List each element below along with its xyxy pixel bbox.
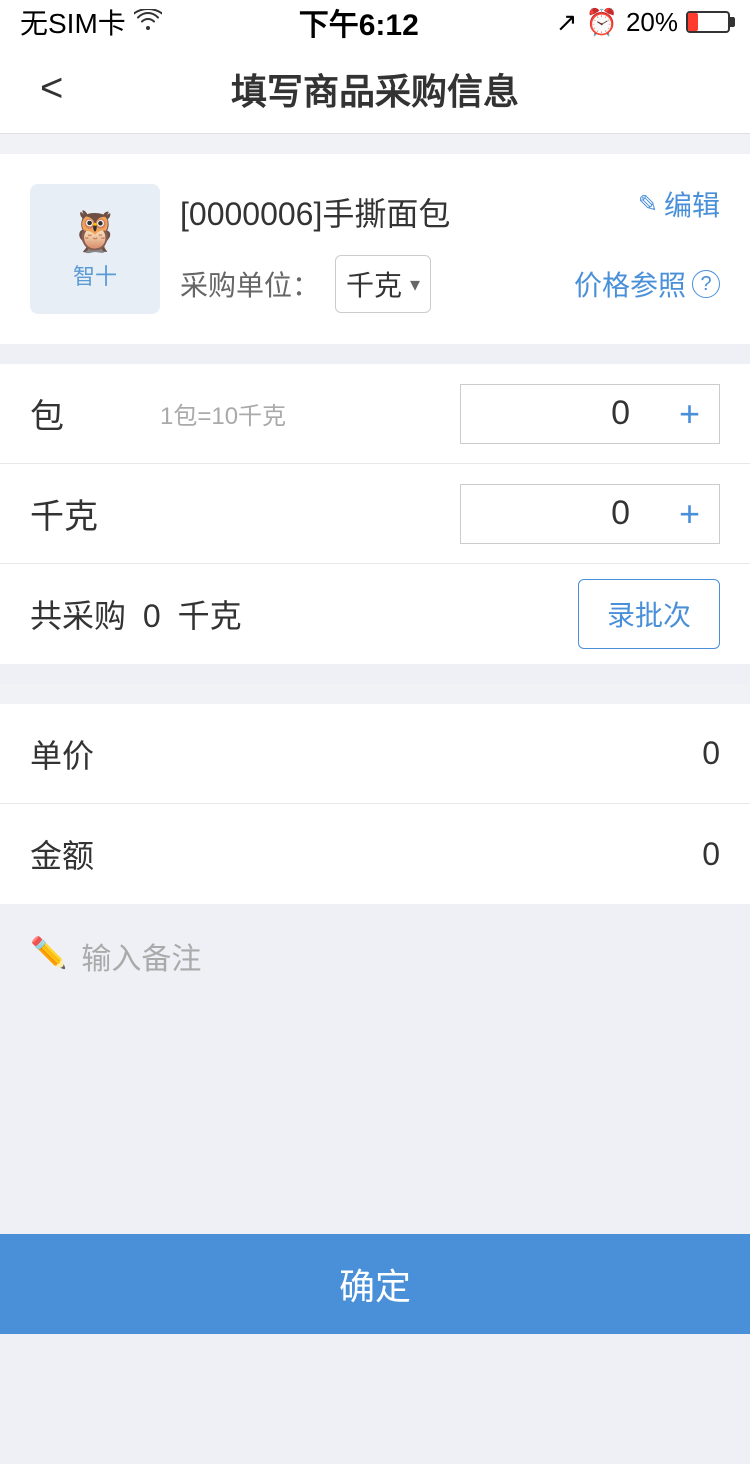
product-logo-icon: 🦉 bbox=[70, 208, 120, 255]
back-button[interactable]: < bbox=[30, 56, 73, 121]
unit-price-row: 单价 0 bbox=[0, 704, 750, 804]
bag-plus-button[interactable]: + bbox=[660, 384, 720, 444]
status-left: 无SIM卡 bbox=[20, 2, 162, 42]
bag-qty-wrapper: + bbox=[460, 384, 720, 444]
amount-row: 金额 0 bbox=[0, 804, 750, 904]
location-icon: ↗ bbox=[556, 7, 578, 38]
amount-value: 0 bbox=[702, 836, 720, 873]
unit-price-label: 单价 bbox=[30, 731, 702, 777]
battery-percent: 20% bbox=[626, 7, 678, 38]
unit-select[interactable]: 千克 ▾ bbox=[335, 255, 431, 313]
amount-label: 金额 bbox=[30, 831, 702, 877]
summary-unit: 千克 bbox=[178, 598, 242, 634]
price-amount-section: 单价 0 金额 0 bbox=[0, 704, 750, 904]
bag-label: 包 bbox=[30, 389, 150, 438]
record-batch-button[interactable]: 录批次 bbox=[578, 579, 720, 649]
nav-bar: < 填写商品采购信息 bbox=[0, 44, 750, 134]
battery-icon bbox=[686, 11, 730, 33]
summary-row: 共采购 0 千克 录批次 bbox=[0, 564, 750, 664]
price-ref-help-icon: ? bbox=[692, 270, 720, 298]
input-section: 包 1包=10千克 + 千克 + bbox=[0, 364, 750, 564]
kg-qty-wrapper: + bbox=[460, 484, 720, 544]
kg-label: 千克 bbox=[30, 489, 150, 538]
bag-input-row: 包 1包=10千克 + bbox=[0, 364, 750, 464]
product-unit-row: 采购单位： 千克 ▾ 价格参照 ? bbox=[180, 255, 720, 313]
alarm-icon: ⏰ bbox=[586, 7, 618, 38]
unit-price-value: 0 bbox=[702, 735, 720, 772]
price-ref-label: 价格参照 bbox=[574, 264, 686, 304]
bag-qty-input[interactable] bbox=[460, 384, 660, 444]
summary-text: 共采购 0 千克 bbox=[30, 591, 578, 637]
confirm-button[interactable]: 确定 bbox=[0, 1234, 750, 1334]
edit-button[interactable]: ✎ 编辑 bbox=[638, 184, 720, 224]
status-bar: 无SIM卡 下午6:12 ↗ ⏰ 20% bbox=[0, 0, 750, 44]
product-logo-text: 智十 bbox=[73, 259, 117, 291]
kg-input-row: 千克 + bbox=[0, 464, 750, 564]
unit-value: 千克 bbox=[346, 264, 402, 304]
page-title: 填写商品采购信息 bbox=[231, 63, 519, 115]
section-divider-1 bbox=[0, 344, 750, 364]
bag-hint: 1包=10千克 bbox=[160, 396, 286, 431]
kg-qty-input[interactable] bbox=[460, 484, 660, 544]
summary-prefix: 共采购 bbox=[30, 598, 126, 634]
unit-label: 采购单位： bbox=[180, 264, 320, 304]
section-divider-2 bbox=[0, 664, 750, 684]
price-ref-button[interactable]: 价格参照 ? bbox=[574, 264, 720, 304]
remark-area[interactable]: ✏️ 输入备注 bbox=[0, 904, 750, 1064]
status-time: 下午6:12 bbox=[299, 0, 419, 44]
dropdown-arrow-icon: ▾ bbox=[410, 272, 420, 297]
edit-icon: ✎ bbox=[638, 190, 658, 219]
status-right: ↗ ⏰ 20% bbox=[556, 7, 730, 38]
product-card: 🦉 智十 [0000006]手撕面包 采购单位： 千克 ▾ 价格参照 ? ✎ 编… bbox=[0, 154, 750, 344]
edit-label: 编辑 bbox=[664, 184, 720, 224]
product-image: 🦉 智十 bbox=[30, 184, 160, 314]
remark-placeholder: 输入备注 bbox=[81, 934, 201, 978]
wifi-icon bbox=[134, 6, 162, 38]
carrier-text: 无SIM卡 bbox=[20, 2, 126, 42]
summary-amount: 0 bbox=[143, 598, 161, 634]
kg-plus-button[interactable]: + bbox=[660, 484, 720, 544]
pencil-icon: ✏️ bbox=[30, 936, 67, 971]
